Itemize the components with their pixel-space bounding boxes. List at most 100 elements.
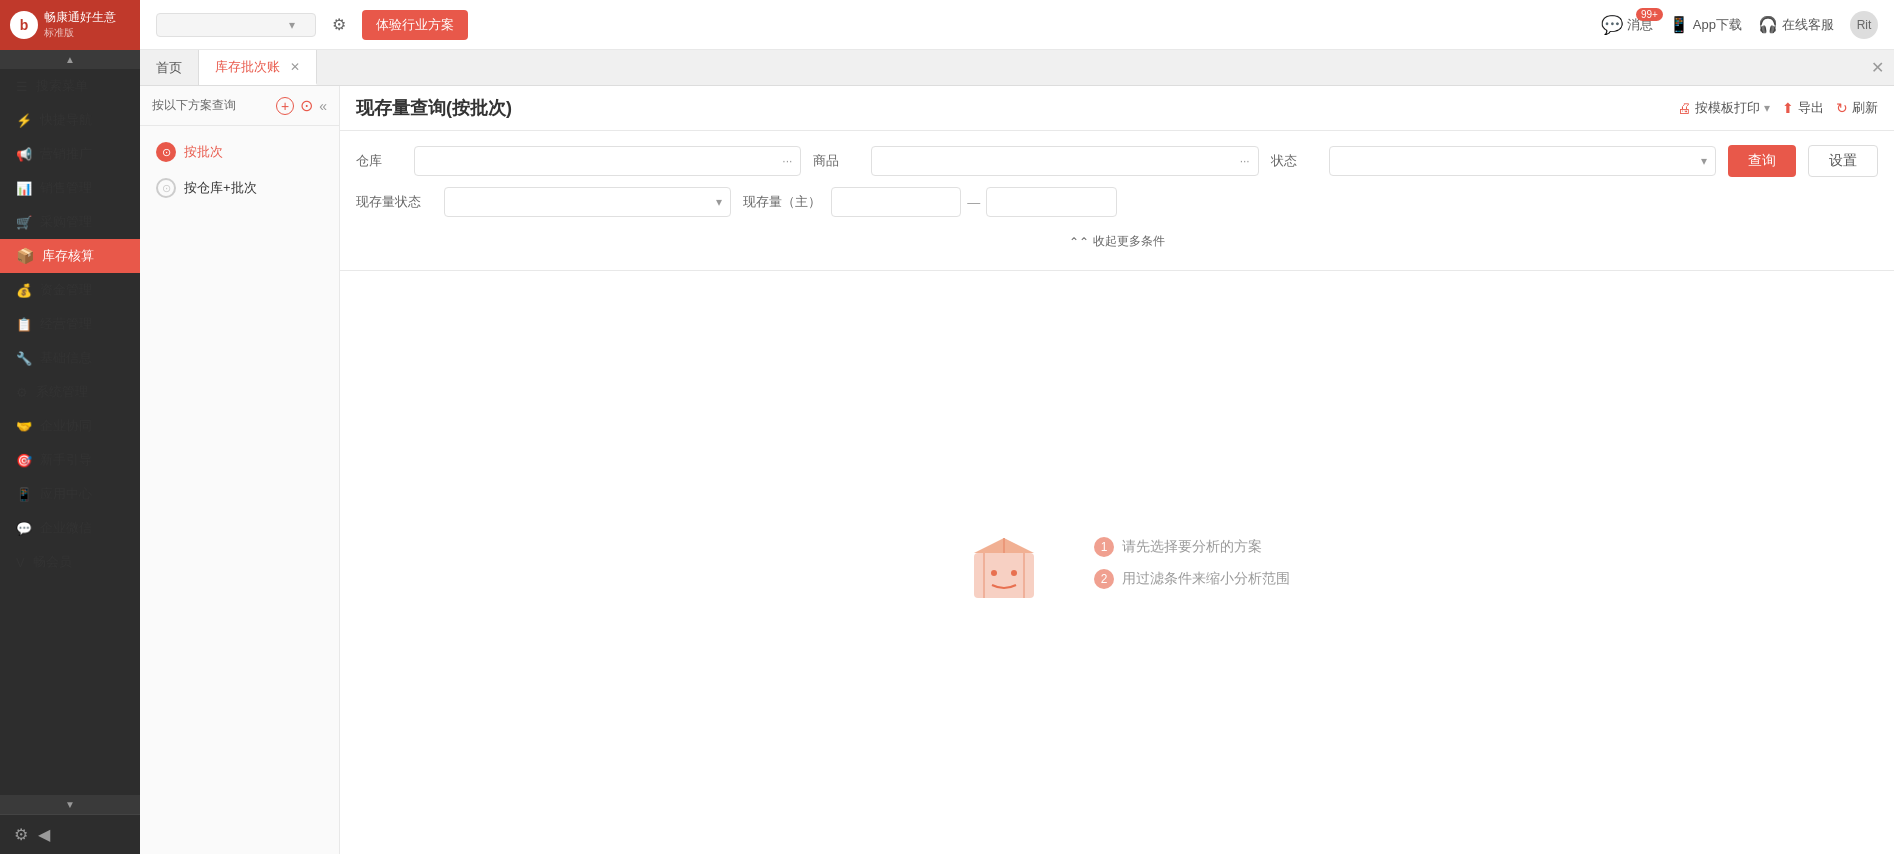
filter-panel: 按以下方案查询 + ⊙ « ⊙ 按批次 ⊙ 按仓库+批次 [140, 86, 340, 854]
sidebar-item-operations[interactable]: 📋 经营管理 [0, 307, 140, 341]
tab-inventory-batch[interactable]: 库存批次账 ✕ [199, 50, 317, 85]
newbie-icon: 🎯 [16, 453, 32, 468]
sidebar-footer: ⚙ ◀ [0, 814, 140, 854]
user-profile-btn[interactable]: Rit [1850, 11, 1878, 39]
inventory-icon: 📦 [16, 247, 34, 265]
footer-collapse-icon[interactable]: ◀ [38, 825, 50, 844]
sidebar-item-quick-nav[interactable]: ⚡ 快捷导航 [0, 103, 140, 137]
hint-num-1: 1 [1094, 537, 1114, 557]
tab-home[interactable]: 首页 [140, 50, 199, 85]
app-download-btn[interactable]: 📱 App下载 [1669, 15, 1742, 34]
warehouse-more-icon[interactable]: ··· [782, 154, 792, 168]
enterprise-icon: 🤝 [16, 419, 32, 434]
footer-settings-icon[interactable]: ⚙ [14, 825, 28, 844]
sidebar-item-vip[interactable]: V 畅会员 [0, 545, 140, 579]
tab-panel-close: ✕ [1871, 58, 1894, 77]
customer-service-btn[interactable]: 🎧 在线客服 [1758, 15, 1834, 34]
sidebar-item-inventory[interactable]: 📦 库存核算 [0, 239, 140, 273]
avatar: Rit [1850, 11, 1878, 39]
search-bar[interactable]: ▾ [156, 13, 316, 37]
apps-icon: 📱 [16, 487, 32, 502]
filter-header-actions: + ⊙ « [276, 96, 327, 115]
page-title: 现存量查询(按批次) [356, 96, 512, 120]
warehouse-field: 仓库 ··· [356, 146, 801, 176]
sidebar-item-system[interactable]: ⚙ 系统管理 [0, 375, 140, 409]
empty-text: 1 请先选择要分析的方案 2 用过滤条件来缩小分析范围 [1094, 537, 1290, 589]
try-solution-button[interactable]: 体验行业方案 [362, 10, 468, 40]
collapse-up-icon: ⌃⌃ [1069, 235, 1089, 249]
print-chevron-icon: ▾ [1764, 101, 1770, 115]
sidebar-scroll-down[interactable]: ▼ [0, 795, 140, 814]
refresh-btn[interactable]: ↻ 刷新 [1836, 99, 1878, 117]
sidebar-item-sales[interactable]: 📊 销售管理 [0, 171, 140, 205]
stock-amount-label: 现存量（主） [743, 193, 823, 211]
warehouse-input[interactable]: ··· [414, 146, 801, 176]
topbar-right: 💬 消息 99+ 📱 App下载 🎧 在线客服 Rit [1601, 11, 1878, 39]
stock-status-select[interactable]: ▾ [444, 187, 731, 217]
panel-close-btn[interactable]: ✕ [1871, 58, 1884, 77]
filter-options-list: ⊙ 按批次 ⊙ 按仓库+批次 [140, 126, 339, 214]
tab-close-icon[interactable]: ✕ [290, 60, 300, 74]
refresh-icon: ↻ [1836, 100, 1848, 116]
sidebar-header: b 畅康通好生意 标准版 [0, 0, 140, 50]
status-label: 状态 [1271, 152, 1321, 170]
export-icon: ⬆ [1782, 100, 1794, 116]
empty-hint-1: 1 请先选择要分析的方案 [1094, 537, 1290, 557]
search-row-2: 现存量状态 ▾ 现存量（主） — [356, 187, 1878, 217]
stock-status-chevron-icon: ▾ [716, 195, 722, 209]
sidebar-item-newbie[interactable]: 🎯 新手引导 [0, 443, 140, 477]
topbar-left: ▾ ⚙ 体验行业方案 [156, 10, 1591, 40]
export-btn[interactable]: ⬆ 导出 [1782, 99, 1824, 117]
sidebar-item-basic[interactable]: 🔧 基础信息 [0, 341, 140, 375]
query-area: 现存量查询(按批次) 🖨 按模板打印 ▾ ⬆ 导出 ↻ 刷新 [340, 86, 1894, 854]
goods-input[interactable]: ··· [871, 146, 1258, 176]
filter-option-by-batch[interactable]: ⊙ 按批次 [140, 134, 339, 170]
collapse-row[interactable]: ⌃⌃ 收起更多条件 [356, 227, 1878, 256]
main-area: ▾ ⚙ 体验行业方案 💬 消息 99+ 📱 App下载 🎧 在线客服 Rit [140, 0, 1894, 854]
query-button[interactable]: 查询 [1728, 145, 1796, 177]
stock-status-label: 现存量状态 [356, 193, 436, 211]
search-row-1: 仓库 ··· 商品 ··· [356, 145, 1878, 177]
settings-button[interactable]: 设置 [1808, 145, 1878, 177]
search-menu-icon: ☰ [16, 79, 28, 94]
sidebar-item-marketing[interactable]: 📢 营销推广 [0, 137, 140, 171]
sidebar-nav: ☰ 搜索菜单 ⚡ 快捷导航 📢 营销推广 📊 销售管理 🛒 采购管理 📦 库存核… [0, 69, 140, 795]
vip-icon: V [16, 555, 25, 570]
sidebar-item-purchase[interactable]: 🛒 采购管理 [0, 205, 140, 239]
svg-point-6 [1011, 570, 1017, 576]
status-select[interactable]: ▾ [1329, 146, 1716, 176]
stock-amount-field: 现存量（主） — [743, 187, 1118, 217]
topbar-settings-btn[interactable]: ⚙ [324, 10, 354, 40]
filter-add-btn[interactable]: + [276, 97, 294, 115]
operations-icon: 📋 [16, 317, 32, 332]
wechat-icon: 💬 [16, 521, 32, 536]
sidebar-item-finance[interactable]: 💰 资金管理 [0, 273, 140, 307]
filter-option-by-warehouse-batch[interactable]: ⊙ 按仓库+批次 [140, 170, 339, 206]
version-tag: 标准版 [44, 26, 116, 40]
basic-icon: 🔧 [16, 351, 32, 366]
filter-collapse-icon[interactable]: « [319, 98, 327, 114]
search-input[interactable] [165, 18, 285, 32]
sidebar-item-apps[interactable]: 📱 应用中心 [0, 477, 140, 511]
filter-settings-icon[interactable]: ⊙ [300, 96, 313, 115]
goods-label: 商品 [813, 152, 863, 170]
topbar: ▾ ⚙ 体验行业方案 💬 消息 99+ 📱 App下载 🎧 在线客服 Rit [140, 0, 1894, 50]
sidebar-item-enterprise[interactable]: 🤝 企业协同 [0, 409, 140, 443]
print-btn[interactable]: 🖨 按模板打印 ▾ [1677, 99, 1770, 117]
stock-amount-from[interactable] [831, 187, 962, 217]
hint-num-2: 2 [1094, 569, 1114, 589]
tabbar: 首页 库存批次账 ✕ ✕ [140, 50, 1894, 86]
sidebar-scroll-up[interactable]: ▲ [0, 50, 140, 69]
stock-amount-to[interactable] [986, 187, 1117, 217]
filter-panel-label: 按以下方案查询 [152, 97, 236, 114]
sidebar-item-search[interactable]: ☰ 搜索菜单 [0, 69, 140, 103]
message-btn[interactable]: 💬 消息 99+ [1601, 14, 1653, 36]
empty-illustration [944, 503, 1064, 623]
goods-more-icon[interactable]: ··· [1240, 154, 1250, 168]
content-area: 按以下方案查询 + ⊙ « ⊙ 按批次 ⊙ 按仓库+批次 [140, 86, 1894, 854]
svg-rect-0 [974, 553, 1034, 598]
message-badge: 99+ [1636, 8, 1663, 21]
by-batch-icon: ⊙ [156, 142, 176, 162]
sidebar-item-wechat[interactable]: 💬 企业微信 [0, 511, 140, 545]
by-warehouse-batch-icon: ⊙ [156, 178, 176, 198]
